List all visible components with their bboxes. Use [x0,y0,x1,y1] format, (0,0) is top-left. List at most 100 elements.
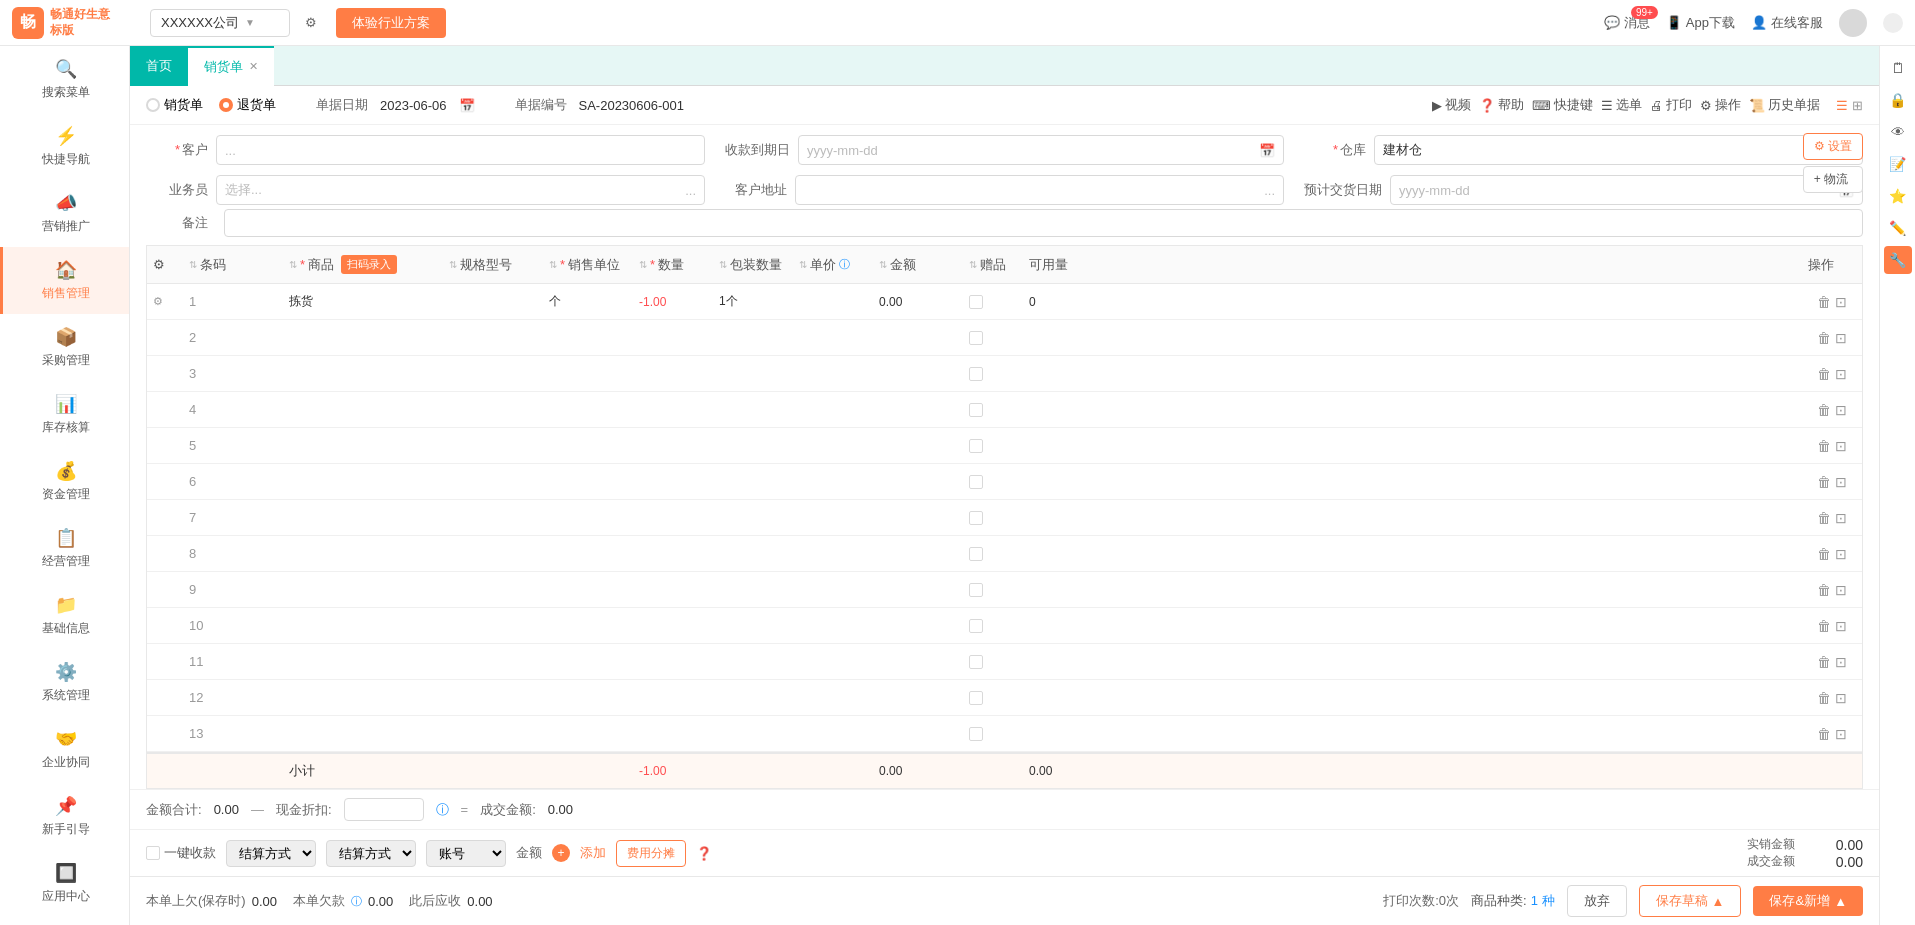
trial-button[interactable]: 体验行业方案 [336,8,446,38]
sidebar-item-newbie[interactable]: 📌 新手引导 [0,783,129,850]
delete-row-8-btn[interactable]: 🗑 [1817,546,1831,562]
company-selector[interactable]: XXXXXX公司 ▼ [150,9,290,37]
delete-row-4-btn[interactable]: 🗑 [1817,402,1831,418]
discount-input[interactable] [344,798,424,821]
sidebar-item-purchase[interactable]: 📦 采购管理 [0,314,129,381]
expense-info-icon[interactable]: ❓ [696,846,712,861]
delivery-date-input[interactable]: yyyy-mm-dd 📅 [1390,175,1863,205]
right-tool-edit[interactable]: 📝 [1884,150,1912,178]
sidebar-item-quicknav[interactable]: ⚡ 快捷导航 [0,113,129,180]
tab-sales-order[interactable]: 销货单 ✕ [188,46,274,86]
salesperson-input[interactable]: 选择... ... [216,175,705,205]
due-date-input[interactable]: yyyy-mm-dd 📅 [798,135,1284,165]
gift-checkbox-1[interactable] [969,295,983,309]
setting-button[interactable]: ⚙ 设置 [1803,133,1863,160]
avatar[interactable] [1839,9,1867,37]
copy-row-5-btn[interactable]: ⊡ [1835,438,1847,454]
td-pkgqty-1[interactable]: 1个 [713,293,793,310]
due-date-calendar-icon[interactable]: 📅 [1259,143,1275,158]
right-tool-star[interactable]: ⭐ [1884,182,1912,210]
view-list-icon[interactable]: ☰ [1836,98,1848,113]
scan-button[interactable]: 扫码录入 [341,255,397,274]
sidebar-item-finance[interactable]: 💰 资金管理 [0,448,129,515]
tab-home[interactable]: 首页 [130,46,188,86]
view-grid-icon[interactable]: ⊞ [1852,98,1863,113]
sidebar-item-marketing[interactable]: 📣 营销推广 [0,180,129,247]
sidebar-item-inventory[interactable]: 📊 库存核算 [0,381,129,448]
copy-row-8-btn[interactable]: ⊡ [1835,546,1847,562]
payment-method-select2[interactable]: 结算方式 [326,840,416,867]
delete-row-3-btn[interactable]: 🗑 [1817,366,1831,382]
td-unit-1[interactable]: 个 [543,293,633,310]
discount-info-icon[interactable]: ⓘ [436,801,449,819]
warehouse-input[interactable]: 建材仓 ... [1374,135,1863,165]
delete-row-10-btn[interactable]: 🗑 [1817,618,1831,634]
customer-addr-input[interactable]: ... [795,175,1284,205]
td-gift-3[interactable] [963,367,1023,381]
right-tool-view[interactable]: 👁 [1884,118,1912,146]
price-info-icon[interactable]: ⓘ [839,257,850,272]
sidebar-item-search[interactable]: 🔍 搜索菜单 [0,46,129,113]
delete-row-11-btn[interactable]: 🗑 [1817,654,1831,670]
copy-row-2-btn[interactable]: ⊡ [1835,330,1847,346]
td-gift-2[interactable] [963,331,1023,345]
action-help-btn[interactable]: ❓ 帮助 [1479,96,1524,114]
action-select-btn[interactable]: ☰ 选单 [1601,96,1642,114]
avatar-dropdown[interactable] [1883,13,1903,33]
radio-return[interactable]: 退货单 [219,96,276,114]
radio-sale[interactable]: 销货单 [146,96,203,114]
overdue-info-icon[interactable]: ⓘ [351,894,362,909]
expense-button[interactable]: 费用分摊 [616,840,686,867]
copy-row-12-btn[interactable]: ⊡ [1835,690,1847,706]
notes-input[interactable] [224,209,1863,237]
copy-row-13-btn[interactable]: ⊡ [1835,726,1847,742]
right-tool-pencil[interactable]: ✏️ [1884,214,1912,242]
payment-checkbox[interactable] [146,846,160,860]
gear-header-icon[interactable]: ⚙ [153,257,165,272]
tab-close-icon[interactable]: ✕ [249,60,258,73]
td-product-1[interactable]: 拣货 [283,293,443,310]
copy-row-9-btn[interactable]: ⊡ [1835,582,1847,598]
draft-button[interactable]: 保存草稿 ▲ [1639,885,1742,917]
right-tool-note[interactable]: 🗒 [1884,54,1912,82]
message-button[interactable]: 💬 消息 99+ [1604,14,1650,32]
sidebar-item-basic[interactable]: 📁 基础信息 [0,582,129,649]
one-click-payment-checkbox[interactable]: 一键收款 [146,844,216,862]
gift-checkbox-3[interactable] [969,367,983,381]
copy-row-1-btn[interactable]: ⊡ [1835,294,1847,310]
save-new-button[interactable]: 保存&新增 ▲ [1753,886,1863,916]
action-video-btn[interactable]: ▶ 视频 [1432,96,1471,114]
copy-row-4-btn[interactable]: ⊡ [1835,402,1847,418]
calendar-icon[interactable]: 📅 [459,98,475,113]
sidebar-item-sales[interactable]: 🏠 销售管理 [0,247,129,314]
delete-row-13-btn[interactable]: 🗑 [1817,726,1831,742]
goods-type-value[interactable]: 1 种 [1531,892,1555,910]
action-print-btn[interactable]: 🖨 打印 [1650,96,1692,114]
delete-row-7-btn[interactable]: 🗑 [1817,510,1831,526]
copy-row-11-btn[interactable]: ⊡ [1835,654,1847,670]
sidebar-item-wechat[interactable]: 💬 企业微信 [0,917,129,925]
sidebar-item-appcenter[interactable]: 🔲 应用中心 [0,850,129,917]
sidebar-item-management[interactable]: 📋 经营管理 [0,515,129,582]
account-select[interactable]: 账号 [426,840,506,867]
delete-row-2-btn[interactable]: 🗑 [1817,330,1831,346]
online-service-button[interactable]: 👤 在线客服 [1751,14,1823,32]
customer-input[interactable]: ... [216,135,705,165]
copy-row-10-btn[interactable]: ⊡ [1835,618,1847,634]
td-amount-1[interactable]: 0.00 [873,295,963,309]
add-payment-button[interactable]: + [552,844,570,862]
delete-row-12-btn[interactable]: 🗑 [1817,690,1831,706]
right-tool-orange[interactable]: 🔧 [1884,246,1912,274]
action-operate-btn[interactable]: ⚙ 操作 [1700,96,1741,114]
gift-checkbox-2[interactable] [969,331,983,345]
app-download-button[interactable]: 📱 App下载 [1666,14,1735,32]
action-shortcut-btn[interactable]: ⌨ 快捷键 [1532,96,1593,114]
delete-row-5-btn[interactable]: 🗑 [1817,438,1831,454]
payment-method-select[interactable]: 结算方式 [226,840,316,867]
td-qty-1[interactable]: -1.00 [633,295,713,309]
discard-button[interactable]: 放弃 [1567,885,1627,917]
right-tool-lock[interactable]: 🔒 [1884,86,1912,114]
copy-row-7-btn[interactable]: ⊡ [1835,510,1847,526]
logistics-button[interactable]: + 物流 [1803,166,1863,193]
copy-row-3-btn[interactable]: ⊡ [1835,366,1847,382]
